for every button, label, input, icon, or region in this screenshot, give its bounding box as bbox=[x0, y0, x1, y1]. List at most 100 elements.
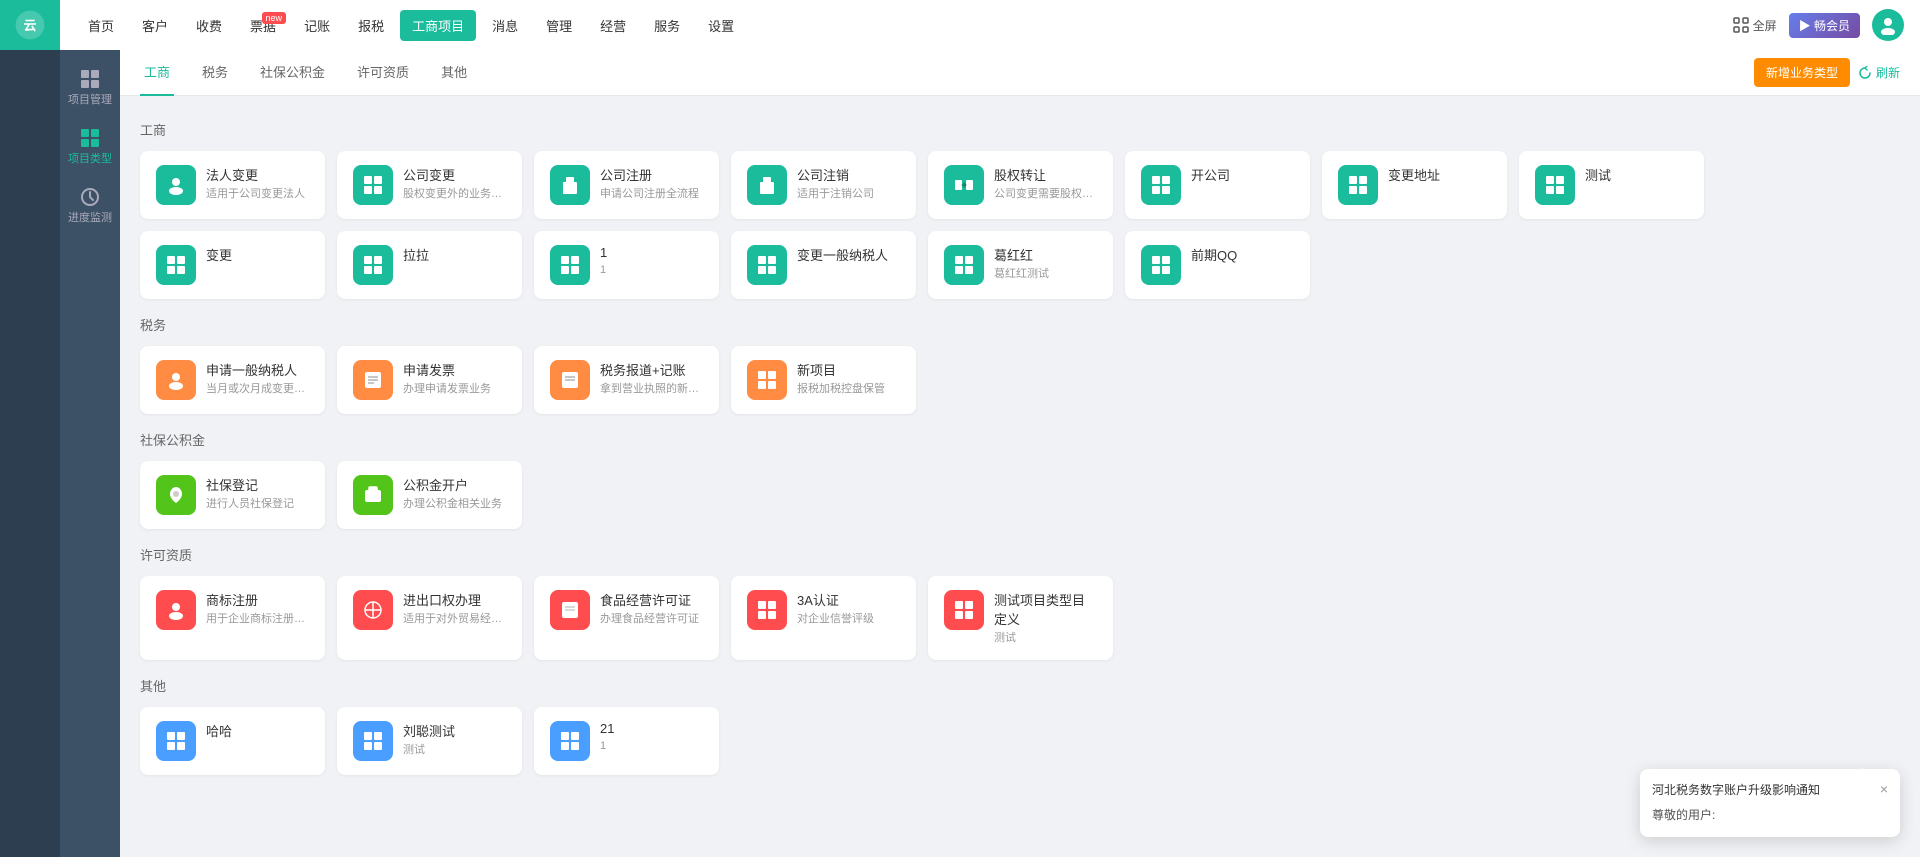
svg-text:云: 云 bbox=[24, 18, 37, 33]
card-icon-gehonghong bbox=[944, 245, 984, 285]
page: 工商 税务 社保公积金 许可资质 其他 新增业务类型 刷新 bbox=[120, 50, 1920, 857]
card-icon-one bbox=[550, 245, 590, 285]
card-icon-trademark bbox=[156, 590, 196, 630]
card-legal-change[interactable]: 法人变更 适用于公司变更法人 bbox=[140, 151, 325, 219]
notification-close-button[interactable]: × bbox=[1880, 781, 1888, 797]
card-icon-company-change bbox=[353, 165, 393, 205]
card-icon-change-taxpayer bbox=[747, 245, 787, 285]
left-panel-project-manage[interactable]: 项目管理 bbox=[64, 58, 116, 117]
card-icon-company-cancel bbox=[747, 165, 787, 205]
card-icon-test-type bbox=[944, 590, 984, 630]
left-panel: 项目管理 项目类型 进度监测 bbox=[60, 50, 120, 857]
card-social-register[interactable]: 社保登记 进行人员社保登记 bbox=[140, 461, 325, 529]
section-title-social: 社保公积金 bbox=[140, 430, 1900, 449]
card-company-cancel[interactable]: 公司注销 适用于注销公司 bbox=[731, 151, 916, 219]
card-icon-liucong-test bbox=[353, 721, 393, 761]
nav-home[interactable]: 首页 bbox=[76, 10, 126, 41]
card-icon-fund-account bbox=[353, 475, 393, 515]
notification-header: 河北税务数字账户升级影响通知 × bbox=[1652, 781, 1888, 798]
section-title-other: 其他 bbox=[140, 676, 1900, 695]
card-icon-change-address bbox=[1338, 165, 1378, 205]
card-tax-accounting[interactable]: 税务报道+记账 拿到营业执照的新公司 bbox=[534, 346, 719, 414]
card-food-license[interactable]: 食品经营许可证 办理食品经营许可证 bbox=[534, 576, 719, 660]
left-panel-project-type[interactable]: 项目类型 bbox=[64, 117, 116, 176]
card-icon-tax-accounting bbox=[550, 360, 590, 400]
main-content: 工商 法人变更 适用于公司变更法人 bbox=[120, 96, 1920, 807]
card-icon-apply-invoice bbox=[353, 360, 393, 400]
tab-business[interactable]: 工商 bbox=[140, 50, 174, 96]
nav-message[interactable]: 消息 bbox=[480, 10, 530, 41]
card-haha[interactable]: 哈哈 bbox=[140, 707, 325, 775]
card-gehonghong[interactable]: 葛红红 葛红红测试 bbox=[928, 231, 1113, 299]
card-test[interactable]: 测试 bbox=[1519, 151, 1704, 219]
nav-settings[interactable]: 设置 bbox=[696, 10, 746, 41]
avatar[interactable] bbox=[1872, 9, 1904, 41]
tab-tax[interactable]: 税务 bbox=[198, 50, 232, 96]
add-type-button[interactable]: 新增业务类型 bbox=[1754, 58, 1850, 87]
nav-manage[interactable]: 管理 bbox=[534, 10, 584, 41]
card-grid-license: 商标注册 用于企业商标注册服务 进出口权办理 适用于对外贸易经营者 bbox=[140, 576, 1900, 660]
card-icon-qianqi-qq bbox=[1141, 245, 1181, 285]
card-fund-account[interactable]: 公积金开户 办理公积金相关业务 bbox=[337, 461, 522, 529]
nav-invoice[interactable]: 票据 new bbox=[238, 10, 288, 41]
section-title-business: 工商 bbox=[140, 120, 1900, 139]
card-icon-change bbox=[156, 245, 196, 285]
card-icon-apply-taxpayer bbox=[156, 360, 196, 400]
nav-tax[interactable]: 报税 bbox=[346, 10, 396, 41]
card-icon-haha bbox=[156, 721, 196, 761]
card-trademark[interactable]: 商标注册 用于企业商标注册服务 bbox=[140, 576, 325, 660]
notification-title: 河北税务数字账户升级影响通知 bbox=[1652, 781, 1820, 798]
tab-bar-wrapper: 工商 税务 社保公积金 许可资质 其他 新增业务类型 刷新 bbox=[120, 50, 1920, 96]
notification-body: 尊敬的用户: bbox=[1652, 806, 1888, 825]
card-21[interactable]: 21 1 bbox=[534, 707, 719, 775]
nav-accounting[interactable]: 记账 bbox=[292, 10, 342, 41]
tab-actions: 新增业务类型 刷新 bbox=[1754, 58, 1900, 87]
card-change-taxpayer[interactable]: 变更一般纳税人 bbox=[731, 231, 916, 299]
card-open-company[interactable]: 开公司 bbox=[1125, 151, 1310, 219]
nav-operation[interactable]: 经营 bbox=[588, 10, 638, 41]
card-import-export[interactable]: 进出口权办理 适用于对外贸易经营者 bbox=[337, 576, 522, 660]
sidebar: 云 bbox=[0, 0, 60, 857]
card-liucong-test[interactable]: 刘聪测试 测试 bbox=[337, 707, 522, 775]
tab-social[interactable]: 社保公积金 bbox=[256, 50, 329, 96]
card-icon-open-company bbox=[1141, 165, 1181, 205]
nav-client[interactable]: 客户 bbox=[130, 10, 180, 41]
section-title-tax: 税务 bbox=[140, 315, 1900, 334]
card-icon-21 bbox=[550, 721, 590, 761]
card-equity-transfer[interactable]: 股权转让 公司变更需要股权转让 bbox=[928, 151, 1113, 219]
tab-other[interactable]: 其他 bbox=[437, 50, 471, 96]
content-area: 项目管理 项目类型 进度监测 工商 税务 社保公积金 许可资质 其他 bbox=[60, 50, 1920, 857]
refresh-button[interactable]: 刷新 bbox=[1858, 64, 1900, 81]
nav-business[interactable]: 工商项目 bbox=[400, 10, 476, 41]
card-company-change[interactable]: 公司变更 股权变更外的业务变更 bbox=[337, 151, 522, 219]
card-change-address[interactable]: 变更地址 bbox=[1322, 151, 1507, 219]
card-icon-company-register bbox=[550, 165, 590, 205]
card-icon-new-project bbox=[747, 360, 787, 400]
card-3a-cert[interactable]: 3A认证 对企业信誉评级 bbox=[731, 576, 916, 660]
card-icon-3a-cert bbox=[747, 590, 787, 630]
card-icon-food-license bbox=[550, 590, 590, 630]
logo[interactable]: 云 bbox=[0, 0, 60, 50]
vip-button[interactable]: ▶ 畅会员 bbox=[1789, 13, 1860, 38]
topnav: 首页 客户 收费 票据 new 记账 报税 工商项目 消息 管理 经营 服务 设… bbox=[60, 0, 1920, 50]
card-icon-test bbox=[1535, 165, 1575, 205]
card-new-project[interactable]: 新项目 报税加税控盘保管 bbox=[731, 346, 916, 414]
card-apply-taxpayer[interactable]: 申请一般纳税人 当月或次月成变更完成 bbox=[140, 346, 325, 414]
left-panel-progress[interactable]: 进度监测 bbox=[64, 176, 116, 235]
card-grid-social: 社保登记 进行人员社保登记 公积金开户 办理公积金相关业务 bbox=[140, 461, 1900, 529]
card-icon-legal-change bbox=[156, 165, 196, 205]
card-one[interactable]: 1 1 bbox=[534, 231, 719, 299]
card-apply-invoice[interactable]: 申请发票 办理申请发票业务 bbox=[337, 346, 522, 414]
card-test-type[interactable]: 测试项目类型目定义 测试 bbox=[928, 576, 1113, 660]
fullscreen-btn[interactable]: 全屏 bbox=[1733, 17, 1777, 34]
main-area: 首页 客户 收费 票据 new 记账 报税 工商项目 消息 管理 经营 服务 设… bbox=[60, 0, 1920, 857]
tab-license[interactable]: 许可资质 bbox=[353, 50, 413, 96]
nav-service[interactable]: 服务 bbox=[642, 10, 692, 41]
card-lala[interactable]: 拉拉 bbox=[337, 231, 522, 299]
nav-fee[interactable]: 收费 bbox=[184, 10, 234, 41]
card-company-register[interactable]: 公司注册 申请公司注册全流程 bbox=[534, 151, 719, 219]
card-qianqi-qq[interactable]: 前期QQ bbox=[1125, 231, 1310, 299]
card-change[interactable]: 变更 bbox=[140, 231, 325, 299]
card-info-legal-change: 法人变更 适用于公司变更法人 bbox=[206, 165, 309, 202]
section-title-license: 许可资质 bbox=[140, 545, 1900, 564]
